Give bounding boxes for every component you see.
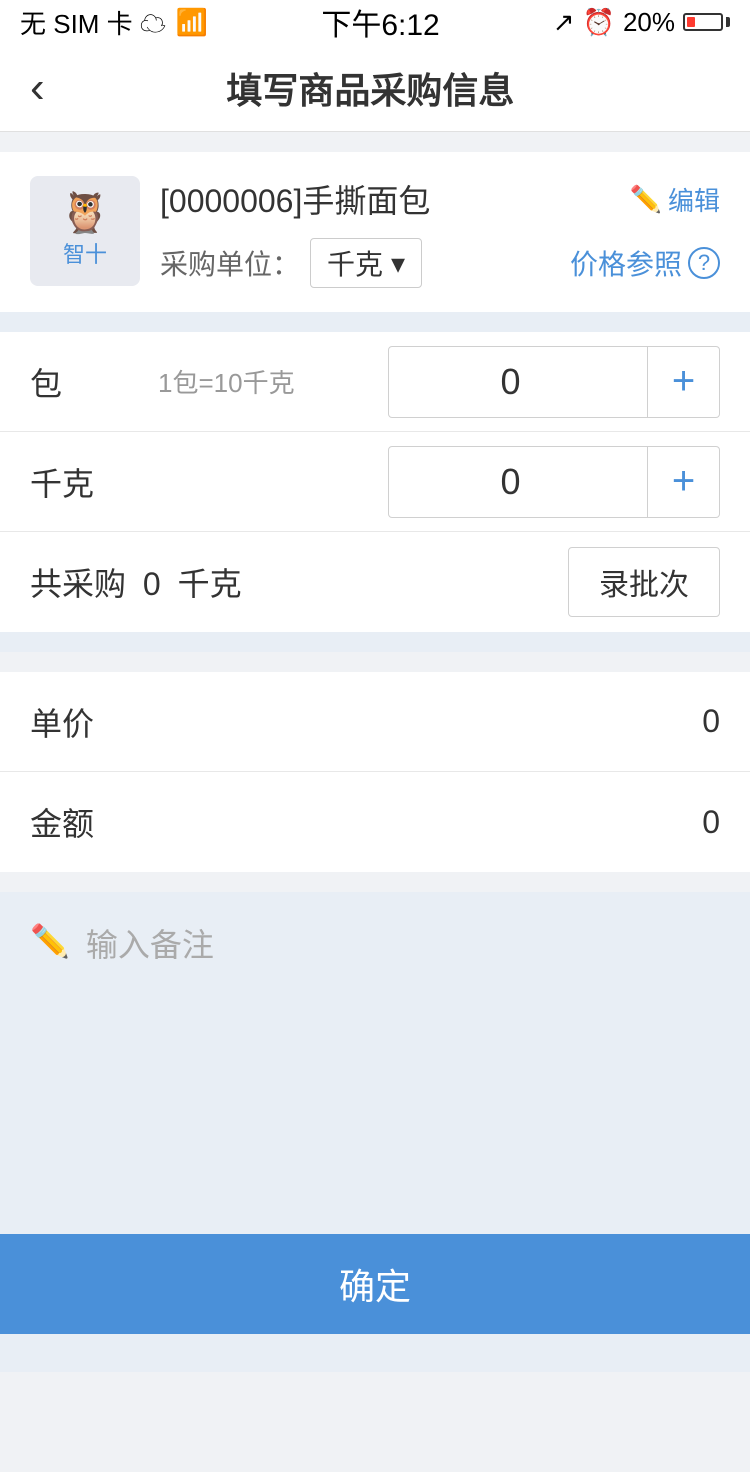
unit-price-value: 0 — [702, 703, 720, 740]
owl-icon: 🦉 — [60, 193, 110, 233]
product-image: 🦉 智十 — [30, 176, 140, 286]
status-time: 下午6:12 — [321, 0, 439, 44]
edit-icon: ✏️ — [630, 184, 662, 215]
price-section: 单价 0 金额 0 — [0, 672, 750, 872]
edit-label: 编辑 — [668, 181, 720, 218]
kg-plus-button[interactable]: + — [648, 446, 720, 518]
summary-amount: 0 — [143, 566, 161, 602]
purchase-unit-label: 采购单位： — [160, 243, 300, 283]
bag-plus-button[interactable]: + — [648, 346, 720, 418]
product-name: [0000006]手撕面包 — [160, 176, 430, 222]
edit-button[interactable]: ✏️ 编辑 — [630, 181, 720, 218]
confirm-button-label: 确定 — [339, 1258, 411, 1310]
remark-placeholder: 输入备注 — [86, 920, 214, 966]
amount-value: 0 — [702, 804, 720, 841]
sim-label: 无 SIM 卡 ☁ — [20, 4, 166, 41]
price-ref-label: 价格参照 — [570, 243, 682, 283]
confirm-button[interactable]: 确定 — [0, 1234, 750, 1334]
unit-price-row: 单价 0 — [0, 672, 750, 772]
kg-label: 千克 — [30, 459, 150, 505]
location-icon: ↗ — [553, 7, 575, 38]
kg-quantity-input[interactable] — [388, 446, 648, 518]
product-card: 🦉 智十 [0000006]手撕面包 ✏️ 编辑 采购单位： 千克 ▾ — [0, 152, 750, 312]
alarm-icon: ⏰ — [583, 7, 615, 38]
unit-price-label: 单价 — [30, 699, 94, 745]
pencil-icon: ✏️ — [30, 922, 70, 960]
help-icon: ? — [688, 247, 720, 279]
status-left: 无 SIM 卡 ☁ 📶 — [20, 4, 208, 41]
section-divider-1 — [0, 312, 750, 332]
bag-input-row: 包 1包=10千克 + — [0, 332, 750, 432]
section-divider-2 — [0, 632, 750, 652]
product-info: [0000006]手撕面包 ✏️ 编辑 采购单位： 千克 ▾ 价格参照 ? — [160, 176, 720, 288]
kg-input-right: + — [388, 446, 720, 518]
remark-section[interactable]: ✏️ 输入备注 — [0, 892, 750, 1012]
battery-percent: 20% — [623, 7, 675, 38]
batch-button[interactable]: 录批次 — [568, 547, 720, 617]
bag-label: 包 — [30, 359, 150, 405]
page-title: 填写商品采购信息 — [65, 62, 676, 114]
back-button[interactable]: ‹ — [30, 66, 45, 110]
battery-icon — [683, 13, 730, 31]
bag-quantity-input[interactable] — [388, 346, 648, 418]
bag-input-right: + — [388, 346, 720, 418]
dropdown-arrow-icon: ▾ — [391, 247, 405, 280]
kg-input-row: 千克 + — [0, 432, 750, 532]
price-reference-button[interactable]: 价格参照 ? — [570, 243, 720, 283]
product-name-row: [0000006]手撕面包 ✏️ 编辑 — [160, 176, 720, 222]
input-section: 包 1包=10千克 + 千克 + — [0, 332, 750, 532]
status-bar: 无 SIM 卡 ☁ 📶 下午6:12 ↗ ⏰ 20% — [0, 0, 750, 44]
purchase-unit-row: 采购单位： 千克 ▾ 价格参照 ? — [160, 238, 720, 288]
summary-text: 共采购 0 千克 — [30, 559, 242, 605]
wifi-icon: 📶 — [176, 7, 208, 38]
summary-label: 共采购 — [30, 566, 126, 602]
status-right: ↗ ⏰ 20% — [553, 7, 730, 38]
bag-sublabel: 1包=10千克 — [158, 363, 295, 400]
nav-bar: ‹ 填写商品采购信息 — [0, 44, 750, 132]
summary-unit: 千克 — [178, 566, 242, 602]
amount-row: 金额 0 — [0, 772, 750, 872]
logo-text: 智十 — [63, 237, 107, 269]
unit-value: 千克 — [327, 243, 383, 283]
unit-select[interactable]: 千克 ▾ — [310, 238, 422, 288]
summary-row: 共采购 0 千克 录批次 — [0, 532, 750, 632]
amount-label: 金额 — [30, 799, 94, 845]
